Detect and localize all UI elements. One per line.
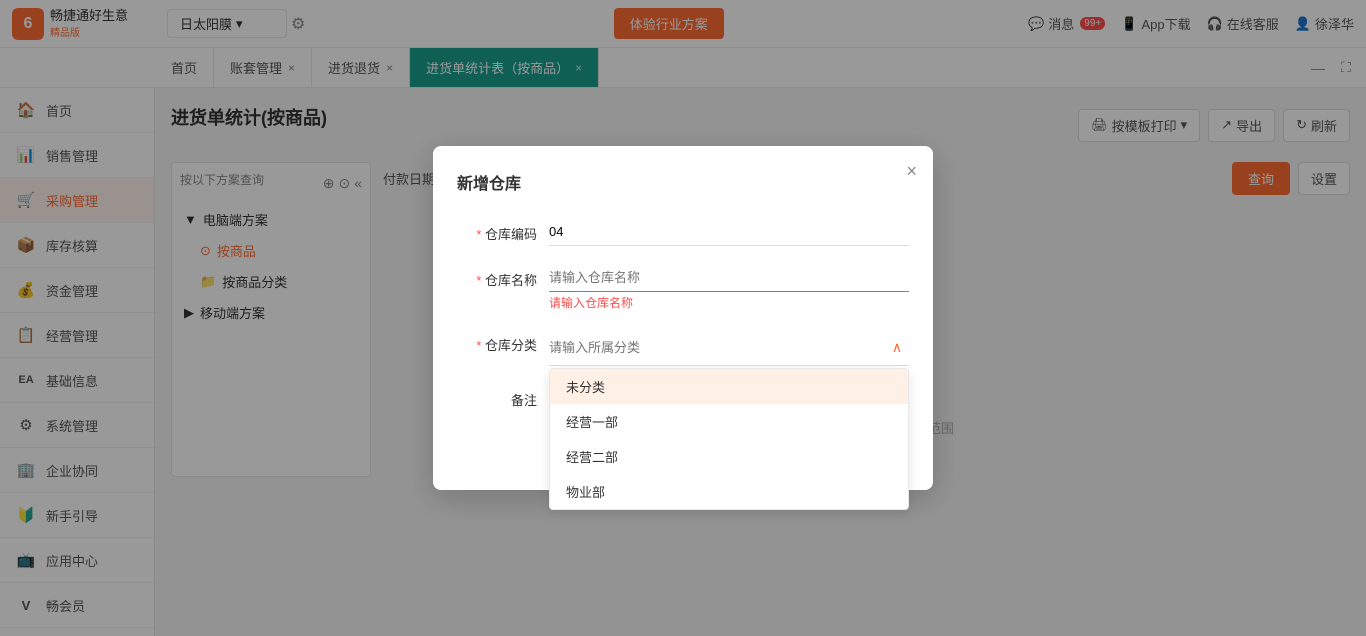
modal-title: 新增仓库 (457, 170, 909, 194)
name-field-wrap: 请输入仓库名称 (549, 264, 909, 311)
name-label: 仓库名称 (457, 264, 537, 289)
category-text-input[interactable] (549, 340, 885, 355)
code-label: 仓库编码 (457, 218, 537, 243)
category-label: 仓库分类 (457, 329, 537, 354)
name-row: 仓库名称 请输入仓库名称 (457, 264, 909, 311)
dropdown-item-property[interactable]: 物业部 (550, 474, 908, 509)
new-warehouse-modal: 新增仓库 × 仓库编码 仓库名称 请输入仓库名称 仓库分类 ∧ (433, 146, 933, 490)
remark-label: 备注 (457, 384, 537, 409)
code-input[interactable] (549, 218, 909, 246)
code-row: 仓库编码 (457, 218, 909, 246)
category-dropdown: 未分类 经营一部 经营二部 物业部 (549, 368, 909, 510)
name-input[interactable] (549, 264, 909, 292)
category-select-input[interactable]: ∧ (549, 329, 909, 366)
modal-overlay: 新增仓库 × 仓库编码 仓库名称 请输入仓库名称 仓库分类 ∧ (0, 0, 1366, 636)
dropdown-item-ops2[interactable]: 经营二部 (550, 439, 908, 474)
dropdown-item-ops1[interactable]: 经营一部 (550, 404, 908, 439)
category-row: 仓库分类 ∧ 未分类 经营一部 经营二部 物业部 (457, 329, 909, 366)
code-field-wrap (549, 218, 909, 246)
category-chevron-icon[interactable]: ∧ (885, 335, 909, 359)
category-select-wrap: ∧ 未分类 经营一部 经营二部 物业部 (549, 329, 909, 366)
name-error-msg: 请输入仓库名称 (549, 294, 909, 311)
modal-close-button[interactable]: × (906, 162, 917, 180)
dropdown-item-uncategorized[interactable]: 未分类 (550, 369, 908, 404)
